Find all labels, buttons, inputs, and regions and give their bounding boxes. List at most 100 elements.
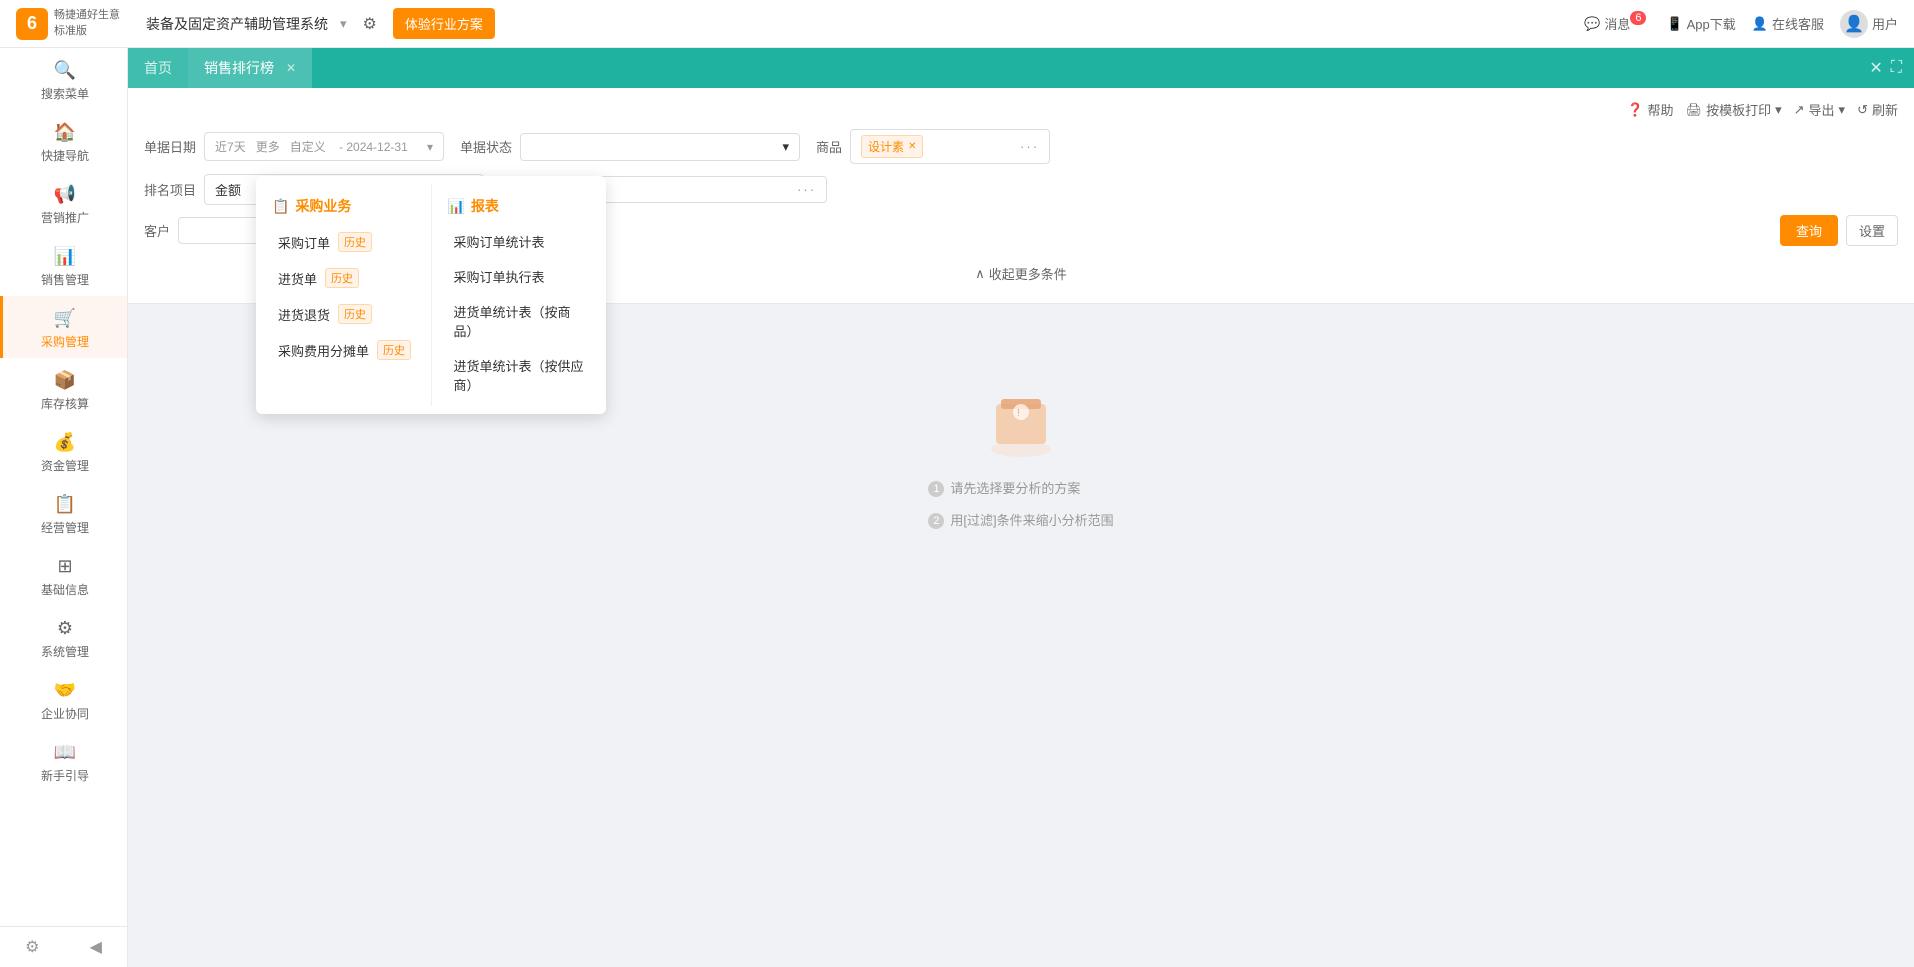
app-icon: 📱: [1666, 16, 1682, 32]
sidebar: 🔍 搜索菜单 🏠 快捷导航 📢 营销推广 📊 销售管理 🛒 采购管: [0, 48, 128, 967]
sidebar-item-basic[interactable]: ⊞ 基础信息: [0, 544, 127, 606]
query-button[interactable]: 查询: [1780, 215, 1838, 246]
report-section-icon: 📊: [448, 198, 465, 215]
tab-close-icon[interactable]: ✕: [286, 61, 296, 75]
sidebar-item-fund[interactable]: 💰 资金管理: [0, 420, 127, 482]
menu-inbound-stats-supplier[interactable]: 进货单统计表（按供应商）: [432, 348, 607, 402]
purchase-section: 📋 采购业务 采购订单 历史 进货单 历史 进货退货: [256, 176, 431, 414]
sidebar-item-quick-nav[interactable]: 🏠 快捷导航: [0, 110, 127, 172]
settings-button[interactable]: 设置: [1846, 215, 1898, 246]
enterprise-icon: 🤝: [54, 680, 76, 701]
system-icon: ⚙: [57, 618, 73, 639]
sidebar-bottom: ⚙ ◀: [0, 926, 127, 967]
sidebar-collapse-btn[interactable]: ◀: [90, 937, 102, 957]
tab-home[interactable]: 首页: [128, 48, 188, 88]
sidebar-item-system[interactable]: ⚙ 系统管理: [0, 606, 127, 668]
sidebar-nav: 🔍 搜索菜单 🏠 快捷导航 📢 营销推广 📊 销售管理 🛒 采购管: [0, 48, 127, 926]
refresh-icon: ↺: [1857, 102, 1868, 118]
goods-label: 商品: [816, 137, 842, 156]
message-item[interactable]: 💬 消息 6: [1584, 14, 1650, 33]
customer-label: 客户: [144, 221, 170, 240]
message-icon: 💬: [1584, 16, 1600, 32]
sidebar-label-sales: 销售管理: [41, 271, 89, 288]
menu-purchase-order-exec[interactable]: 采购订单执行表: [432, 259, 607, 294]
goods-tag-close[interactable]: ✕: [908, 141, 916, 152]
sidebar-item-inventory[interactable]: 📦 库存核算: [0, 358, 127, 420]
app-download-item[interactable]: 📱 App下载: [1666, 14, 1735, 33]
top-bar: 6 畅捷通好生意 标准版 装备及固定资产辅助管理系统 ▾ ⚙ 体验行业方案 💬 …: [0, 0, 1914, 48]
sidebar-label-system: 系统管理: [41, 643, 89, 660]
sidebar-label-search: 搜索菜单: [41, 85, 89, 102]
system-dropdown-icon[interactable]: ▾: [340, 16, 347, 32]
system-title: 装备及固定资产辅助管理系统: [146, 14, 328, 34]
menu-inbound-return[interactable]: 进货退货 历史: [256, 296, 431, 332]
empty-tips: 1 请先选择要分析的方案 2 用[过滤]条件来缩小分析范围: [928, 476, 1113, 534]
sidebar-item-enterprise[interactable]: 🤝 企业协同: [0, 668, 127, 730]
tab-window-close-icon[interactable]: ✕: [1869, 58, 1882, 78]
export-dropdown-icon: ▾: [1839, 102, 1846, 118]
user-item[interactable]: 👤 用户: [1840, 10, 1898, 38]
sidebar-item-guide[interactable]: 📖 新手引导: [0, 730, 127, 792]
sidebar-item-marketing[interactable]: 📢 营销推广: [0, 172, 127, 234]
empty-illustration: !: [976, 374, 1066, 464]
purchase-section-icon: 📋: [272, 198, 289, 215]
online-service-item[interactable]: 👤 在线客服: [1752, 14, 1824, 33]
history-tag-3: 历史: [377, 340, 411, 360]
filter-row-1: 单据日期 近7天 更多 自定义 - 2024-12-31 ▾ 单据状态 ▾: [144, 129, 1898, 164]
sidebar-settings-btn[interactable]: ⚙: [25, 937, 39, 957]
status-select[interactable]: ▾: [520, 133, 800, 161]
menu-purchase-order[interactable]: 采购订单 历史: [256, 224, 431, 260]
search-icon: 🔍: [54, 60, 76, 81]
sidebar-label-enterprise: 企业协同: [41, 705, 89, 722]
date-select[interactable]: 近7天 更多 自定义 - 2024-12-31 ▾: [204, 132, 444, 161]
home-icon: 🏠: [54, 122, 76, 143]
logo-text: 畅捷通好生意 标准版: [54, 8, 120, 39]
collapse-up-icon: ∧: [975, 266, 985, 282]
sidebar-label-quick-nav: 快捷导航: [41, 147, 89, 164]
history-tag-2: 历史: [338, 304, 372, 324]
purchase-section-title: 📋 采购业务: [256, 188, 431, 224]
export-icon: ↗: [1794, 102, 1805, 118]
sidebar-label-marketing: 营销推广: [41, 209, 89, 226]
dropdown-menu: 📋 采购业务 采购订单 历史 进货单 历史 进货退货: [256, 176, 606, 414]
industry-button[interactable]: 体验行业方案: [393, 8, 495, 39]
print-icon: 🖨: [1686, 102, 1703, 118]
tab-sales-rank[interactable]: 销售排行榜 ✕: [188, 48, 312, 88]
date-label: 单据日期: [144, 137, 196, 156]
svg-text:!: !: [1017, 408, 1020, 419]
status-dropdown-icon: ▾: [783, 139, 790, 155]
settings-icon[interactable]: ⚙: [363, 14, 377, 34]
help-icon: ❓: [1627, 102, 1643, 118]
guide-icon: 📖: [54, 742, 76, 763]
sidebar-item-sales[interactable]: 📊 销售管理: [0, 234, 127, 296]
date-filter: 单据日期 近7天 更多 自定义 - 2024-12-31 ▾: [144, 132, 444, 161]
goods-select[interactable]: 设计素 ✕ ···: [850, 129, 1050, 164]
menu-inbound-stats-goods[interactable]: 进货单统计表（按商品）: [432, 294, 607, 348]
menu-inbound[interactable]: 进货单 历史: [256, 260, 431, 296]
sidebar-label-fund: 资金管理: [41, 457, 89, 474]
date-dropdown-icon: ▾: [427, 140, 433, 154]
menu-purchase-cost[interactable]: 采购费用分摊单 历史: [256, 332, 431, 368]
tab-window-maximize-icon[interactable]: ⛶: [1891, 59, 1902, 77]
refresh-btn[interactable]: ↺ 刷新: [1857, 100, 1898, 119]
help-btn[interactable]: ❓ 帮助: [1627, 100, 1673, 119]
main-content: ❓ 帮助 🖨 按模板打印 ▾ ↗ 导出 ▾: [128, 88, 1914, 967]
tab-bar-right: ✕ ⛶: [1869, 58, 1914, 78]
sidebar-item-purchase[interactable]: 🛒 采购管理: [0, 296, 127, 358]
operation-icon: 📋: [54, 494, 76, 515]
goods-tag: 设计素 ✕: [861, 135, 923, 158]
goods-filter: 商品 设计素 ✕ ···: [816, 129, 1050, 164]
service-icon: 👤: [1752, 16, 1768, 32]
message-badge: 6: [1630, 11, 1646, 25]
sidebar-item-search[interactable]: 🔍 搜索菜单: [0, 48, 127, 110]
report-section-title: 📊 报表: [432, 188, 607, 224]
goods-more[interactable]: ···: [1020, 139, 1039, 154]
print-btn[interactable]: 🖨 按模板打印 ▾: [1686, 100, 1782, 119]
sidebar-item-operation[interactable]: 📋 经营管理: [0, 482, 127, 544]
menu-purchase-order-stats[interactable]: 采购订单统计表: [432, 224, 607, 259]
tab-bar: 首页 销售排行榜 ✕ ✕ ⛶: [128, 48, 1914, 88]
top-bar-left: 6 畅捷通好生意 标准版 装备及固定资产辅助管理系统 ▾ ⚙ 体验行业方案: [16, 8, 1584, 40]
marketing-icon: 📢: [54, 184, 76, 205]
export-btn[interactable]: ↗ 导出 ▾: [1794, 100, 1845, 119]
staff-more[interactable]: ···: [797, 182, 816, 197]
